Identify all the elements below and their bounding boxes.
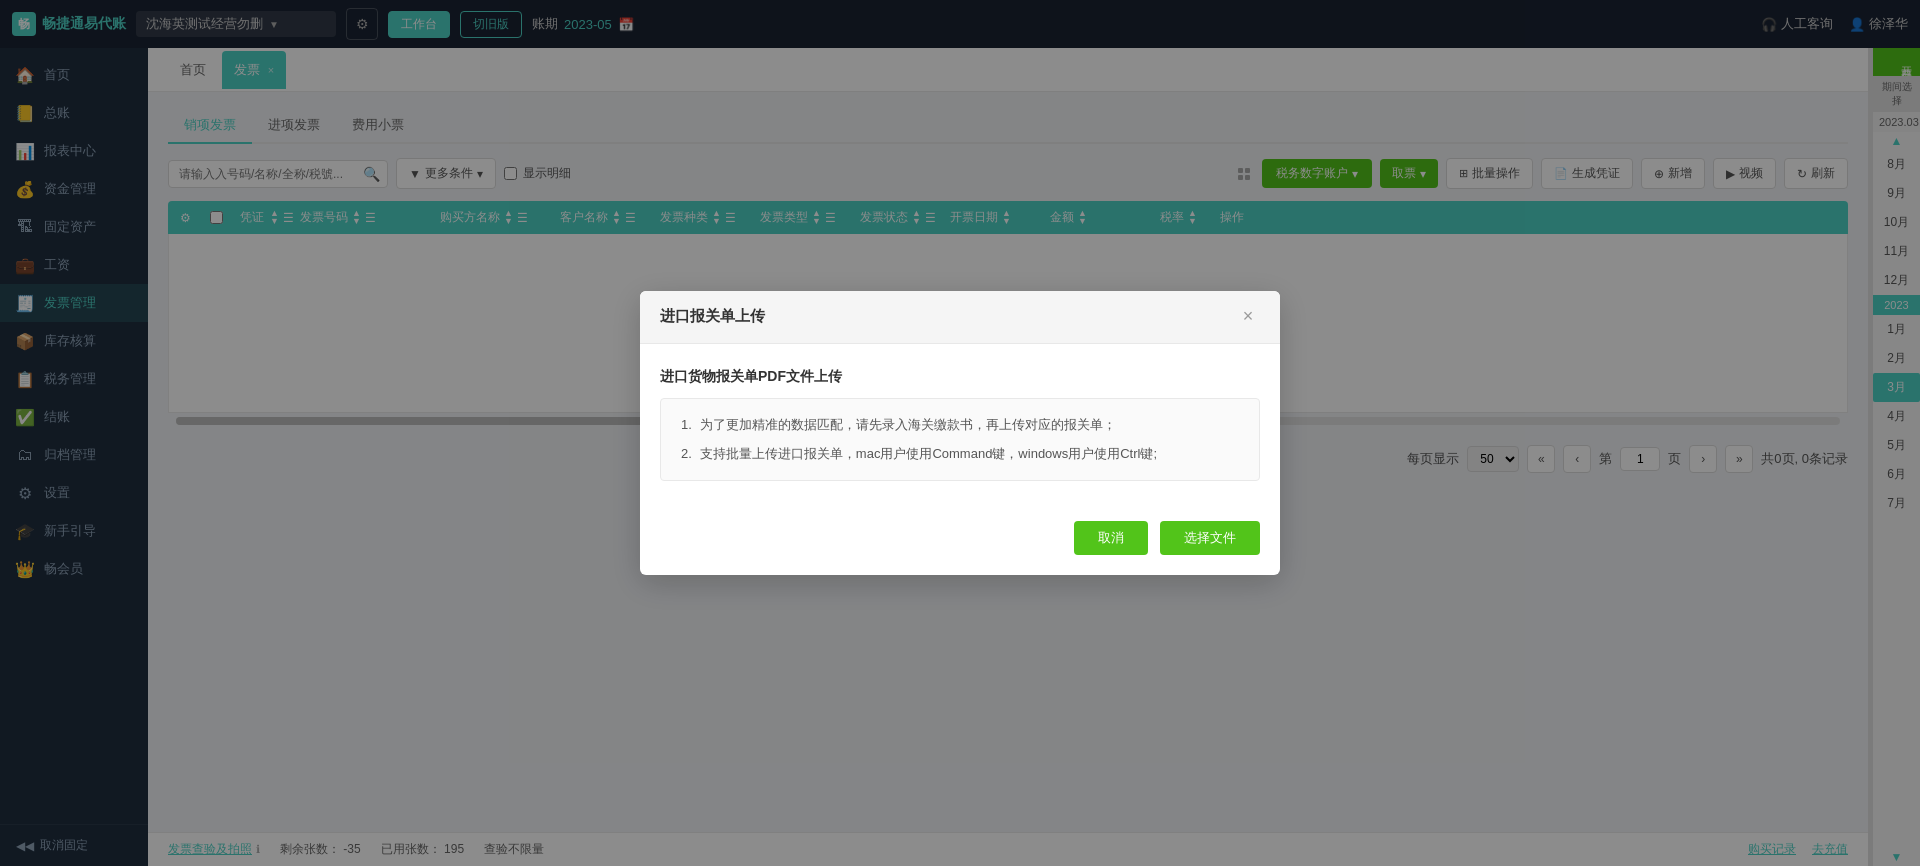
dialog-close-btn[interactable]: × — [1236, 305, 1260, 329]
dialog-body: 进口货物报关单PDF文件上传 1. 为了更加精准的数据匹配，请先录入海关缴款书，… — [640, 344, 1280, 506]
dialog-info-item-1: 1. 为了更加精准的数据匹配，请先录入海关缴款书，再上传对应的报关单； — [681, 415, 1239, 436]
dialog-section-title: 进口货物报关单PDF文件上传 — [660, 368, 1260, 386]
import-customs-dialog: 进口报关单上传 × 进口货物报关单PDF文件上传 1. 为了更加精准的数据匹配，… — [640, 291, 1280, 576]
dialog-info-box: 1. 为了更加精准的数据匹配，请先录入海关缴款书，再上传对应的报关单； 2. 支… — [660, 398, 1260, 482]
dialog-title: 进口报关单上传 — [660, 307, 765, 326]
dialog-info-item-2: 2. 支持批量上传进口报关单，mac用户使用Command键，windows用户… — [681, 444, 1239, 465]
dialog-footer: 取消 选择文件 — [640, 505, 1280, 575]
cancel-btn[interactable]: 取消 — [1074, 521, 1148, 555]
dialog-header: 进口报关单上传 × — [640, 291, 1280, 344]
modal-overlay: 进口报关单上传 × 进口货物报关单PDF文件上传 1. 为了更加精准的数据匹配，… — [0, 0, 1920, 866]
select-file-btn[interactable]: 选择文件 — [1160, 521, 1260, 555]
